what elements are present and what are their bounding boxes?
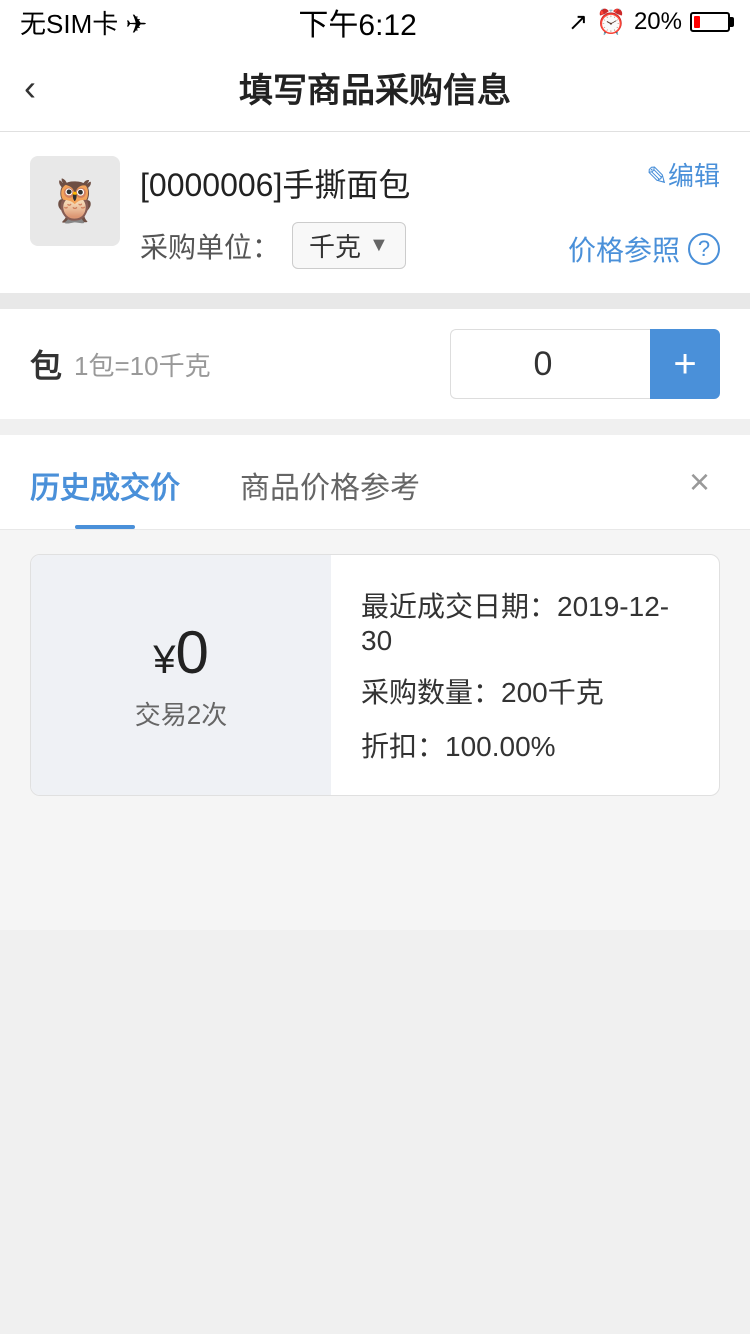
unit-label: 采购单位：: [140, 226, 280, 266]
quantity-input-area: +: [231, 329, 720, 399]
purchase-qty-value: 200千克: [501, 677, 604, 708]
tabs-header: 历史成交价 商品价格参考 ×: [0, 435, 750, 529]
price-ref-label: 价格参照: [568, 229, 680, 269]
quantity-plus-button[interactable]: +: [650, 329, 720, 399]
quantity-label: 包 1包=10千克: [30, 341, 211, 387]
product-thumbnail: 🦉: [30, 156, 120, 246]
product-info: [0000006]手撕面包 采购单位： 千克 ▼: [140, 156, 410, 269]
unit-value: 千克: [309, 227, 361, 264]
status-carrier: 无SIM卡 ✈: [20, 4, 147, 41]
quantity-input[interactable]: [450, 329, 650, 399]
edit-button[interactable]: ✎编辑: [646, 156, 720, 193]
product-unit-row: 采购单位： 千克 ▼: [140, 222, 410, 269]
price-transactions: 交易2次: [135, 695, 227, 732]
price-amount: ¥0: [153, 618, 209, 687]
purchase-qty-label: 采购数量：: [361, 677, 501, 708]
price-purchase-qty: 采购数量：200千克: [361, 671, 689, 711]
price-recent-date: 最近成交日期：2019-12-30: [361, 585, 689, 657]
tab-content: ¥0 交易2次 最近成交日期：2019-12-30 采购数量：200千克 折扣：…: [0, 530, 750, 930]
back-button[interactable]: ‹: [24, 67, 36, 109]
tabs-close-button[interactable]: ×: [679, 451, 720, 513]
price-value: 0: [175, 619, 208, 686]
product-name: [0000006]手撕面包: [140, 160, 410, 206]
carrier-text: 无SIM卡 ✈: [20, 4, 147, 41]
discount-label: 折扣：: [361, 731, 445, 762]
battery-percent: 20%: [634, 8, 682, 36]
unit-selector[interactable]: 千克 ▼: [292, 222, 406, 269]
nav-bar: ‹ 填写商品采购信息: [0, 44, 750, 132]
price-discount: 折扣：100.00%: [361, 725, 689, 765]
question-icon: ?: [688, 233, 720, 265]
discount-value: 100.00%: [445, 731, 556, 762]
price-ref-button[interactable]: 价格参照 ?: [568, 229, 720, 269]
product-actions: ✎编辑 价格参照 ?: [568, 156, 720, 269]
currency-symbol: ¥: [153, 638, 175, 682]
location-icon: ↗: [568, 8, 588, 37]
recent-date-label: 最近成交日期：: [361, 591, 557, 622]
tab-product-price-ref[interactable]: 商品价格参考: [240, 435, 420, 529]
status-time: 下午6:12: [298, 0, 416, 44]
product-card: 🦉 [0000006]手撕面包 采购单位： 千克 ▼ ✎编辑 价格参照 ?: [0, 132, 750, 293]
quantity-row: 包 1包=10千克 +: [0, 309, 750, 419]
battery-icon: [690, 12, 730, 32]
tabs-list: 历史成交价 商品价格参考: [30, 435, 420, 529]
alarm-icon: ⏰: [596, 8, 626, 37]
divider: [0, 293, 750, 309]
product-header: 🦉 [0000006]手撕面包 采购单位： 千克 ▼ ✎编辑 价格参照 ?: [30, 156, 720, 269]
price-card-right: 最近成交日期：2019-12-30 采购数量：200千克 折扣：100.00%: [331, 555, 719, 795]
status-right: ↗ ⏰ 20%: [568, 8, 730, 37]
status-bar: 无SIM卡 ✈ 下午6:12 ↗ ⏰ 20%: [0, 0, 750, 44]
tabs-container: 历史成交价 商品价格参考 ×: [0, 435, 750, 530]
price-card: ¥0 交易2次 最近成交日期：2019-12-30 采购数量：200千克 折扣：…: [30, 554, 720, 796]
unit-dropdown-icon: ▼: [369, 234, 389, 257]
price-card-left: ¥0 交易2次: [31, 555, 331, 795]
product-image-icon: 🦉: [49, 177, 101, 226]
plus-icon: +: [673, 344, 696, 384]
tab-history-price[interactable]: 历史成交价: [30, 435, 180, 529]
product-left: 🦉 [0000006]手撕面包 采购单位： 千克 ▼: [30, 156, 410, 269]
quantity-unit-hint: 1包=10千克: [74, 346, 211, 383]
quantity-unit-main: 包: [30, 341, 62, 387]
page-title: 填写商品采购信息: [239, 63, 511, 112]
